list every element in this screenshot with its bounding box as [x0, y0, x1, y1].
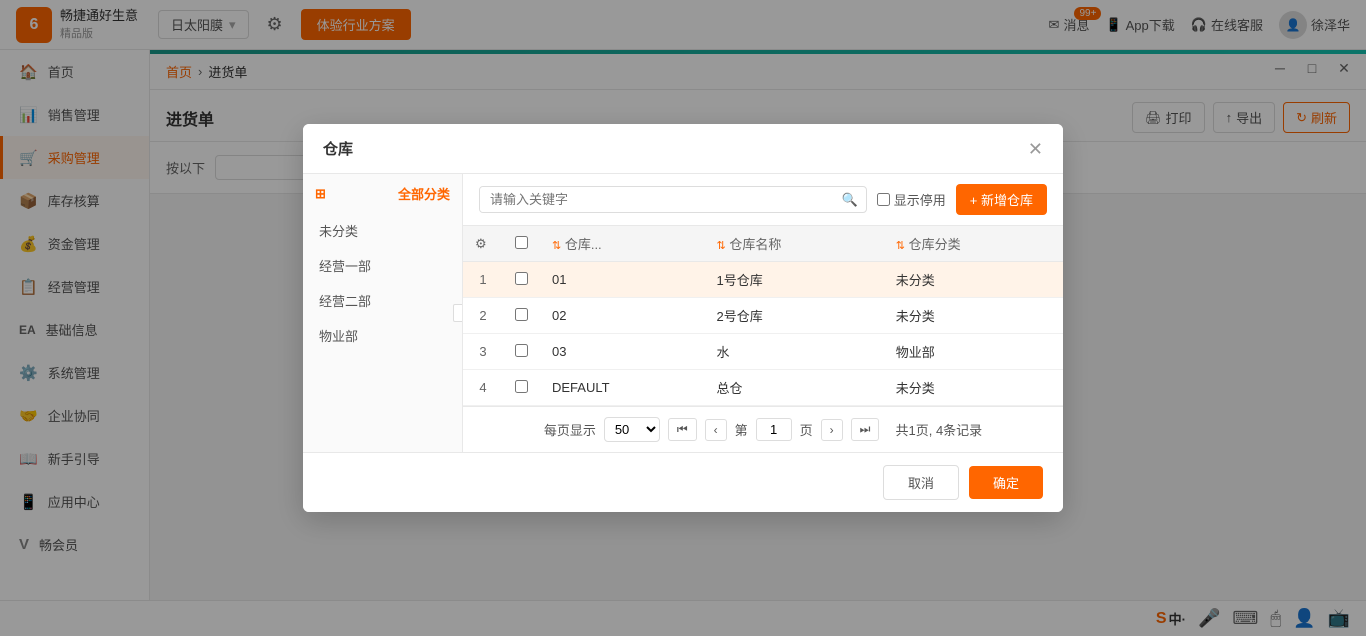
category-dept2[interactable]: 经营二部 [303, 283, 462, 318]
category-property[interactable]: 物业部 [303, 318, 462, 353]
table-header-row: ⚙ ⇅ 仓库... ⇅ 仓库名称 ⇅ 仓库分类 [463, 226, 1063, 262]
page-unit: 页 [800, 420, 813, 439]
search-input[interactable] [480, 187, 834, 212]
th-name: ⇅ 仓库名称 [705, 226, 884, 262]
grid-icon: ⊞ [315, 186, 326, 202]
th-gear: ⚙ [463, 226, 503, 262]
warehouse-modal: 仓库 ✕ ⊞ 全部分类 未分类 经营一部 经营二部 物业部 《 [303, 124, 1063, 512]
show-disabled-checkbox[interactable] [877, 193, 890, 206]
row-category: 未分类 [884, 370, 1063, 406]
row-code: 03 [540, 334, 705, 370]
row-category: 未分类 [884, 262, 1063, 298]
row-checkbox[interactable] [515, 272, 528, 285]
row-name: 水 [705, 334, 884, 370]
modal-header: 仓库 ✕ [303, 124, 1063, 174]
all-categories-label: 全部分类 [398, 184, 450, 203]
sidebar-collapse-button[interactable]: 《 [453, 304, 463, 322]
row-checkbox-cell [503, 334, 540, 370]
modal-footer: 取消 确定 [303, 452, 1063, 512]
table-row[interactable]: 1 01 1号仓库 未分类 [463, 262, 1063, 298]
row-checkbox[interactable] [515, 344, 528, 357]
page-total: 共1页, 4条记录 [895, 420, 982, 439]
row-checkbox[interactable] [515, 380, 528, 393]
table-row[interactable]: 3 03 水 物业部 [463, 334, 1063, 370]
row-category: 物业部 [884, 334, 1063, 370]
warehouse-table-wrap: ⚙ ⇅ 仓库... ⇅ 仓库名称 ⇅ 仓库分类 1 01 [463, 226, 1063, 406]
row-num: 4 [463, 370, 503, 406]
modal-category-sidebar: ⊞ 全部分类 未分类 经营一部 经营二部 物业部 《 [303, 174, 463, 452]
row-num: 2 [463, 298, 503, 334]
cancel-button[interactable]: 取消 [883, 465, 959, 500]
modal-body: ⊞ 全部分类 未分类 经营一部 经营二部 物业部 《 🔍 [303, 174, 1063, 452]
row-name: 1号仓库 [705, 262, 884, 298]
prev-page-button[interactable]: ‹ [705, 419, 727, 441]
category-dept1[interactable]: 经营一部 [303, 248, 462, 283]
modal-pagination: 每页显示 50 100 200 ⏮ ‹ 第 页 › ⏭ 共1页, 4条记录 [463, 406, 1063, 452]
th-checkbox [503, 226, 540, 262]
row-num: 3 [463, 334, 503, 370]
modal-close-button[interactable]: ✕ [1028, 140, 1043, 158]
table-row[interactable]: 4 DEFAULT 总仓 未分类 [463, 370, 1063, 406]
row-code: DEFAULT [540, 370, 705, 406]
table-row[interactable]: 2 02 2号仓库 未分类 [463, 298, 1063, 334]
category-unclassified[interactable]: 未分类 [303, 213, 462, 248]
next-page-button[interactable]: › [821, 419, 843, 441]
page-label: 第 [735, 420, 748, 439]
table-body: 1 01 1号仓库 未分类 2 02 2号仓库 [463, 262, 1063, 406]
row-checkbox-cell [503, 370, 540, 406]
modal-toolbar: 🔍 显示停用 + 新增仓库 [463, 174, 1063, 226]
row-checkbox[interactable] [515, 308, 528, 321]
row-code: 02 [540, 298, 705, 334]
page-number-input[interactable] [756, 418, 792, 441]
modal-search-box: 🔍 [479, 186, 867, 213]
confirm-button[interactable]: 确定 [969, 466, 1043, 499]
row-checkbox-cell [503, 262, 540, 298]
last-page-button[interactable]: ⏭ [851, 418, 880, 441]
warehouse-table: ⚙ ⇅ 仓库... ⇅ 仓库名称 ⇅ 仓库分类 1 01 [463, 226, 1063, 406]
th-category: ⇅ 仓库分类 [884, 226, 1063, 262]
th-code: ⇅ 仓库... [540, 226, 705, 262]
first-page-button[interactable]: ⏮ [668, 418, 697, 441]
table-header: ⚙ ⇅ 仓库... ⇅ 仓库名称 ⇅ 仓库分类 [463, 226, 1063, 262]
modal-main-area: 🔍 显示停用 + 新增仓库 ⚙ [463, 174, 1063, 452]
row-checkbox-cell [503, 298, 540, 334]
show-disabled-label: 显示停用 [877, 190, 946, 209]
row-num: 1 [463, 262, 503, 298]
all-categories-header[interactable]: ⊞ 全部分类 [303, 174, 462, 213]
add-warehouse-button[interactable]: + 新增仓库 [956, 184, 1047, 215]
modal-title: 仓库 [323, 138, 353, 159]
row-name: 2号仓库 [705, 298, 884, 334]
search-icon[interactable]: 🔍 [834, 192, 866, 208]
per-page-select[interactable]: 50 100 200 [604, 417, 660, 442]
select-all-checkbox[interactable] [515, 236, 528, 249]
show-disabled-text: 显示停用 [894, 190, 946, 209]
per-page-label: 每页显示 [544, 420, 596, 439]
row-name: 总仓 [705, 370, 884, 406]
modal-overlay: 仓库 ✕ ⊞ 全部分类 未分类 经营一部 经营二部 物业部 《 [0, 0, 1366, 636]
row-category: 未分类 [884, 298, 1063, 334]
row-code: 01 [540, 262, 705, 298]
